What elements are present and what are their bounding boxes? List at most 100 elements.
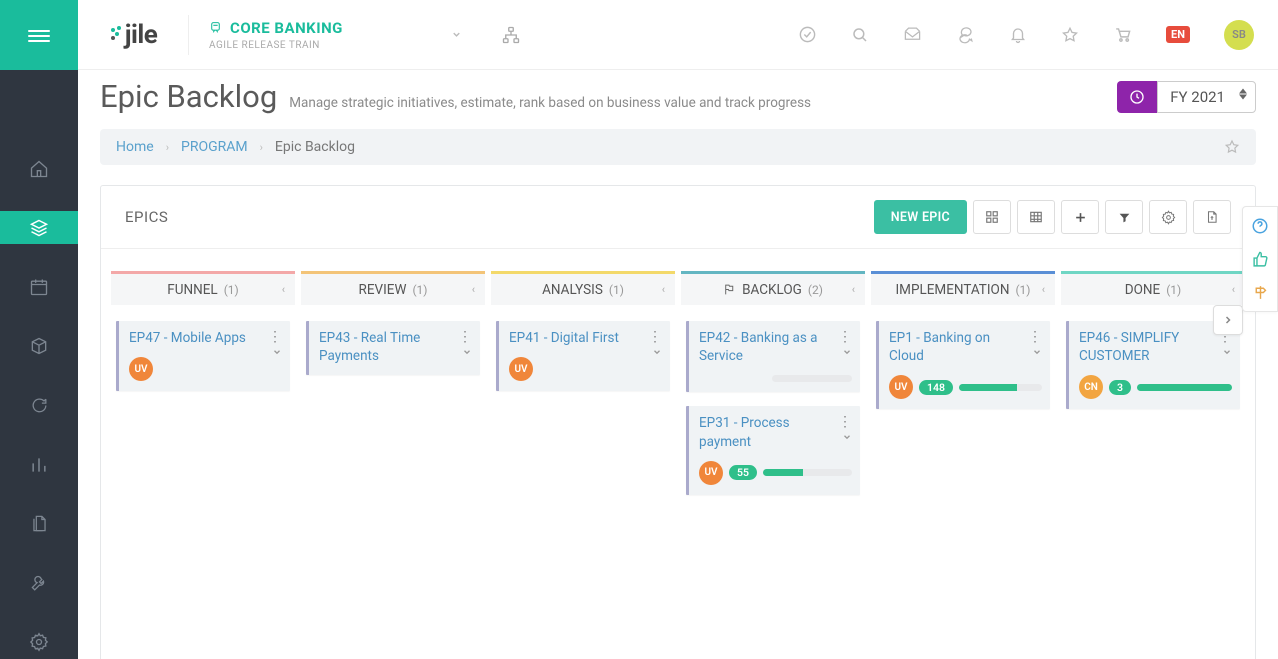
column-review: REVIEW (1) ‹ EP43 - Real Time Payments ⋮ xyxy=(301,271,485,647)
epic-card[interactable]: EP31 - Process payment ⋮ UV 55 xyxy=(686,406,860,494)
nav-tools[interactable] xyxy=(0,567,78,600)
main-content: Epic Backlog Manage strategic initiative… xyxy=(78,70,1278,659)
nav-refresh[interactable] xyxy=(0,389,78,422)
card-menu-icon[interactable]: ⋮ xyxy=(838,414,852,430)
collapse-column-icon[interactable]: ‹ xyxy=(1232,283,1235,296)
nav-files[interactable] xyxy=(0,507,78,540)
story-count: 55 xyxy=(729,465,757,480)
card-expand-icon[interactable] xyxy=(842,432,852,442)
chevron-right-icon: › xyxy=(260,141,263,154)
card-menu-icon[interactable]: ⋮ xyxy=(648,329,662,345)
card-expand-icon[interactable] xyxy=(272,347,282,357)
hierarchy-icon[interactable] xyxy=(502,26,520,44)
search-icon[interactable] xyxy=(851,26,869,44)
grid-view-button[interactable] xyxy=(973,200,1011,234)
column-backlog: BACKLOG (2) ‹ EP42 - Banking as a Servic… xyxy=(681,271,865,647)
card-title[interactable]: EP1 - Banking on Cloud xyxy=(889,329,1042,365)
collapse-column-icon[interactable]: ‹ xyxy=(282,283,285,296)
card-menu-icon[interactable]: ⋮ xyxy=(1028,329,1042,345)
panel-title: EPICS xyxy=(125,208,168,226)
cart-icon[interactable] xyxy=(1113,25,1132,44)
card-title[interactable]: EP31 - Process payment xyxy=(699,414,852,450)
collapse-column-icon[interactable]: ‹ xyxy=(472,283,475,296)
epic-card[interactable]: EP41 - Digital First ⋮ UV xyxy=(496,321,670,391)
thumbs-up-icon[interactable] xyxy=(1252,251,1269,268)
chat-icon[interactable] xyxy=(956,25,975,44)
column-funnel: FUNNEL (1) ‹ EP47 - Mobile Apps ⋮ UV xyxy=(111,271,295,647)
column-title: REVIEW xyxy=(359,282,407,298)
star-icon[interactable] xyxy=(1061,26,1079,44)
signpost-icon[interactable] xyxy=(1252,284,1269,301)
nav-layers[interactable] xyxy=(0,211,78,244)
card-title[interactable]: EP41 - Digital First xyxy=(509,329,662,347)
scroll-right-button[interactable] xyxy=(1213,305,1243,335)
nav-home[interactable] xyxy=(0,152,78,185)
train-icon xyxy=(209,21,222,34)
flag-icon xyxy=(723,283,736,296)
nav-box[interactable] xyxy=(0,330,78,363)
nav-settings[interactable] xyxy=(0,626,78,659)
fy-select-value[interactable]: FY 2021 xyxy=(1157,81,1256,113)
favorite-star-icon[interactable] xyxy=(1224,139,1240,155)
assignee-avatar[interactable]: UV xyxy=(129,357,153,381)
inbox-icon[interactable] xyxy=(903,25,922,44)
card-title[interactable]: EP47 - Mobile Apps xyxy=(129,329,282,347)
card-menu-icon[interactable]: ⋮ xyxy=(268,329,282,345)
hamburger-menu[interactable] xyxy=(0,0,78,70)
collapse-column-icon[interactable]: ‹ xyxy=(852,283,855,296)
epic-card[interactable]: EP1 - Banking on Cloud ⋮ UV 148 xyxy=(876,321,1050,409)
epic-card[interactable]: EP43 - Real Time Payments ⋮ xyxy=(306,321,480,375)
export-button[interactable] xyxy=(1193,200,1231,234)
add-button[interactable] xyxy=(1061,200,1099,234)
help-icon[interactable] xyxy=(1251,217,1269,235)
left-nav xyxy=(0,70,78,659)
breadcrumb-home[interactable]: Home xyxy=(116,139,154,155)
help-rail xyxy=(1242,206,1278,312)
card-expand-icon[interactable] xyxy=(842,347,852,357)
column-count: (1) xyxy=(412,283,427,297)
epic-card[interactable]: EP42 - Banking as a Service ⋮ xyxy=(686,321,860,392)
logo[interactable]: jile xyxy=(78,20,188,50)
top-bar: jile CORE BANKING AGILE RELEASE TRAIN EN… xyxy=(0,0,1278,70)
progress-bar xyxy=(959,384,1042,391)
check-circle-icon[interactable] xyxy=(798,25,817,44)
language-badge[interactable]: EN xyxy=(1166,26,1190,43)
card-menu-icon[interactable]: ⋮ xyxy=(458,329,472,345)
user-avatar[interactable]: SB xyxy=(1224,20,1254,50)
assignee-avatar[interactable]: UV xyxy=(889,375,913,399)
bell-icon[interactable] xyxy=(1009,26,1027,44)
epics-panel: EPICS NEW EPIC FUNNEL (1) ‹ xyxy=(100,185,1256,659)
context-chevron-icon[interactable] xyxy=(451,29,462,40)
assignee-avatar[interactable]: UV xyxy=(699,461,723,485)
column-count: (1) xyxy=(1015,283,1030,297)
chevron-right-icon: › xyxy=(166,141,169,154)
nav-analytics[interactable] xyxy=(0,448,78,481)
card-title[interactable]: EP46 - SIMPLIFY CUSTOMER xyxy=(1079,329,1232,365)
card-title[interactable]: EP43 - Real Time Payments xyxy=(319,329,472,365)
column-analysis: ANALYSIS (1) ‹ EP41 - Digital First ⋮ UV xyxy=(491,271,675,647)
column-count: (1) xyxy=(1166,283,1181,297)
settings-button[interactable] xyxy=(1149,200,1187,234)
fy-selector[interactable]: FY 2021 xyxy=(1117,81,1256,113)
breadcrumb-program[interactable]: PROGRAM xyxy=(181,139,248,155)
nav-calendar[interactable] xyxy=(0,270,78,303)
card-menu-icon[interactable]: ⋮ xyxy=(838,329,852,345)
card-expand-icon[interactable] xyxy=(1222,347,1232,357)
collapse-column-icon[interactable]: ‹ xyxy=(662,283,665,296)
app-context[interactable]: CORE BANKING AGILE RELEASE TRAIN xyxy=(189,19,343,51)
card-expand-icon[interactable] xyxy=(652,347,662,357)
collapse-column-icon[interactable]: ‹ xyxy=(1042,283,1045,296)
new-epic-button[interactable]: NEW EPIC xyxy=(874,200,967,234)
story-count: 148 xyxy=(919,380,953,395)
filter-button[interactable] xyxy=(1105,200,1143,234)
column-title: FUNNEL xyxy=(167,282,217,298)
column-title: DONE xyxy=(1125,282,1160,298)
card-expand-icon[interactable] xyxy=(462,347,472,357)
card-expand-icon[interactable] xyxy=(1032,347,1042,357)
column-count: (1) xyxy=(609,283,624,297)
epic-card[interactable]: EP47 - Mobile Apps ⋮ UV xyxy=(116,321,290,391)
assignee-avatar[interactable]: CN xyxy=(1079,375,1103,399)
card-title[interactable]: EP42 - Banking as a Service xyxy=(699,329,852,365)
assignee-avatar[interactable]: UV xyxy=(509,357,533,381)
table-view-button[interactable] xyxy=(1017,200,1055,234)
